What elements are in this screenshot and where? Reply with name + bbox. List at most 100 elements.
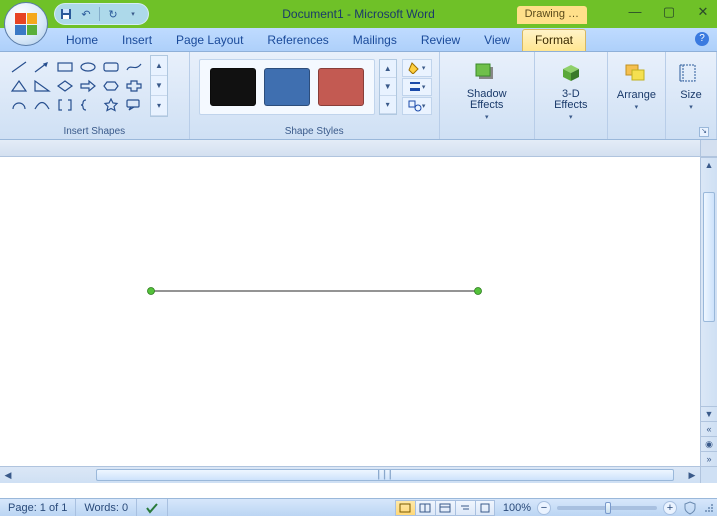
save-icon[interactable] (59, 7, 73, 21)
tab-format[interactable]: Format (522, 29, 586, 51)
ribbon: ▲ ▼ ▾ Insert Shapes ▲ ▼ ▾ ▾ ▾ ▾ (0, 52, 717, 140)
status-bar: Page: 1 of 1 Words: 0 100% − + (0, 498, 717, 516)
gallery-more-icon[interactable]: ▾ (151, 96, 167, 116)
style-swatch-2[interactable] (264, 68, 310, 106)
view-print-layout[interactable] (395, 500, 415, 516)
shape-outline-button[interactable]: ▾ (402, 78, 432, 96)
document-canvas[interactable] (0, 157, 717, 483)
shape-rect-icon[interactable] (54, 58, 76, 76)
tab-insert[interactable]: Insert (110, 30, 164, 51)
group-label-insert-shapes: Insert Shapes (5, 125, 184, 139)
scroll-up-icon[interactable]: ▲ (701, 157, 717, 172)
shape-curve-icon[interactable] (31, 96, 53, 114)
status-page[interactable]: Page: 1 of 1 (0, 499, 76, 516)
arrange-button[interactable]: Arrange ▾ (613, 55, 660, 111)
shield-icon[interactable] (683, 501, 697, 515)
tab-home[interactable]: Home (54, 30, 110, 51)
scroll-down-icon[interactable]: ▼ (701, 406, 717, 421)
shape-block-arrow-icon[interactable] (77, 77, 99, 95)
shape-triangle-icon[interactable] (8, 77, 30, 95)
office-button[interactable] (4, 2, 48, 46)
view-draft[interactable] (475, 500, 495, 516)
status-proofing[interactable] (137, 499, 168, 516)
size-label: Size (680, 89, 701, 101)
style-swatch-1[interactable] (210, 68, 256, 106)
hscroll-thumb[interactable]: ┃┃┃ (96, 469, 674, 481)
shadow-effects-button[interactable]: Shadow Effects ▾ (445, 55, 529, 121)
browse-object-icon[interactable]: ◉ (701, 436, 717, 451)
view-outline[interactable] (455, 500, 475, 516)
gallery-up-icon[interactable]: ▲ (151, 56, 167, 76)
close-button[interactable]: ✕ (693, 4, 713, 20)
style-gallery-scroll[interactable]: ▲ ▼ ▾ (379, 59, 397, 115)
help-icon[interactable]: ? (695, 32, 709, 46)
view-web-layout[interactable] (435, 500, 455, 516)
vscroll-thumb[interactable] (703, 192, 715, 322)
qat-customize-icon[interactable]: ▾ (126, 7, 140, 21)
office-logo-icon (15, 13, 37, 35)
tab-review[interactable]: Review (409, 30, 472, 51)
resize-handle-left[interactable] (148, 288, 155, 295)
shape-arrow-icon[interactable] (31, 58, 53, 76)
tab-page-layout[interactable]: Page Layout (164, 30, 255, 51)
style-swatch-3[interactable] (318, 68, 364, 106)
shadow-effects-label: Shadow Effects (449, 89, 525, 111)
ruler-toggle[interactable] (700, 140, 717, 157)
contextual-tab-label: Drawing … (517, 6, 587, 24)
resize-handle-right[interactable] (475, 288, 482, 295)
change-shape-button[interactable]: ▾ (402, 97, 432, 115)
shape-brace-icon[interactable] (77, 96, 99, 114)
resize-grip-icon[interactable] (703, 502, 715, 514)
style-down-icon[interactable]: ▼ (380, 78, 396, 96)
minimize-button[interactable]: — (625, 4, 645, 20)
style-up-icon[interactable]: ▲ (380, 60, 396, 78)
shape-rtriangle-icon[interactable] (31, 77, 53, 95)
chevron-down-icon: ▾ (635, 103, 639, 111)
next-page-icon[interactable]: » (701, 451, 717, 466)
shape-arc-icon[interactable] (8, 96, 30, 114)
zoom-level[interactable]: 100% (503, 502, 531, 514)
size-dialog-launcher[interactable]: ↘ (699, 127, 709, 137)
shape-fill-button[interactable]: ▾ (402, 59, 432, 77)
shape-star-icon[interactable] (100, 96, 122, 114)
shapes-gallery-scroll[interactable]: ▲ ▼ ▾ (150, 55, 168, 117)
style-gallery[interactable] (199, 59, 375, 115)
scroll-corner (700, 466, 717, 483)
tab-mailings[interactable]: Mailings (341, 30, 409, 51)
cube-icon (555, 59, 587, 87)
undo-icon[interactable]: ↶ (79, 7, 93, 21)
shape-cross-icon[interactable] (123, 77, 145, 95)
scroll-right-icon[interactable]: ▶ (684, 470, 700, 481)
document-area: ▲ ▼ « ◉ » ◀ ┃┃┃ ▶ (0, 157, 717, 483)
tab-references[interactable]: References (255, 30, 340, 51)
zoom-thumb[interactable] (605, 502, 611, 514)
gallery-down-icon[interactable]: ▼ (151, 76, 167, 96)
shape-bracket-icon[interactable] (54, 96, 76, 114)
shape-roundrect-icon[interactable] (100, 58, 122, 76)
shape-diamond-icon[interactable] (54, 77, 76, 95)
style-more-icon[interactable]: ▾ (380, 96, 396, 114)
redo-icon[interactable]: ↻ (106, 7, 120, 21)
shape-freeform-icon[interactable] (123, 58, 145, 76)
zoom-out-button[interactable]: − (537, 501, 551, 515)
tab-view[interactable]: View (472, 30, 522, 51)
horizontal-scrollbar[interactable]: ◀ ┃┃┃ ▶ (0, 466, 700, 483)
size-button[interactable]: Size ▾ (671, 55, 711, 111)
shapes-gallery[interactable] (5, 55, 148, 117)
shape-oval-icon[interactable] (77, 58, 99, 76)
drawn-line-shape[interactable] (147, 282, 482, 290)
maximize-button[interactable]: ▢ (659, 4, 679, 20)
zoom-slider[interactable] (557, 506, 657, 510)
shape-hexagon-icon[interactable] (100, 77, 122, 95)
shape-callout-icon[interactable] (123, 96, 145, 114)
status-words[interactable]: Words: 0 (76, 499, 137, 516)
horizontal-ruler[interactable] (0, 140, 700, 157)
zoom-in-button[interactable]: + (663, 501, 677, 515)
scroll-left-icon[interactable]: ◀ (0, 470, 16, 481)
title-bar: ↶ ↻ ▾ Document1 - Microsoft Word Drawing… (0, 0, 717, 28)
prev-page-icon[interactable]: « (701, 421, 717, 436)
vertical-scrollbar[interactable]: ▲ ▼ « ◉ » (700, 157, 717, 466)
view-full-screen[interactable] (415, 500, 435, 516)
threed-effects-button[interactable]: 3-D Effects ▾ (540, 55, 602, 121)
shape-line-icon[interactable] (8, 58, 30, 76)
